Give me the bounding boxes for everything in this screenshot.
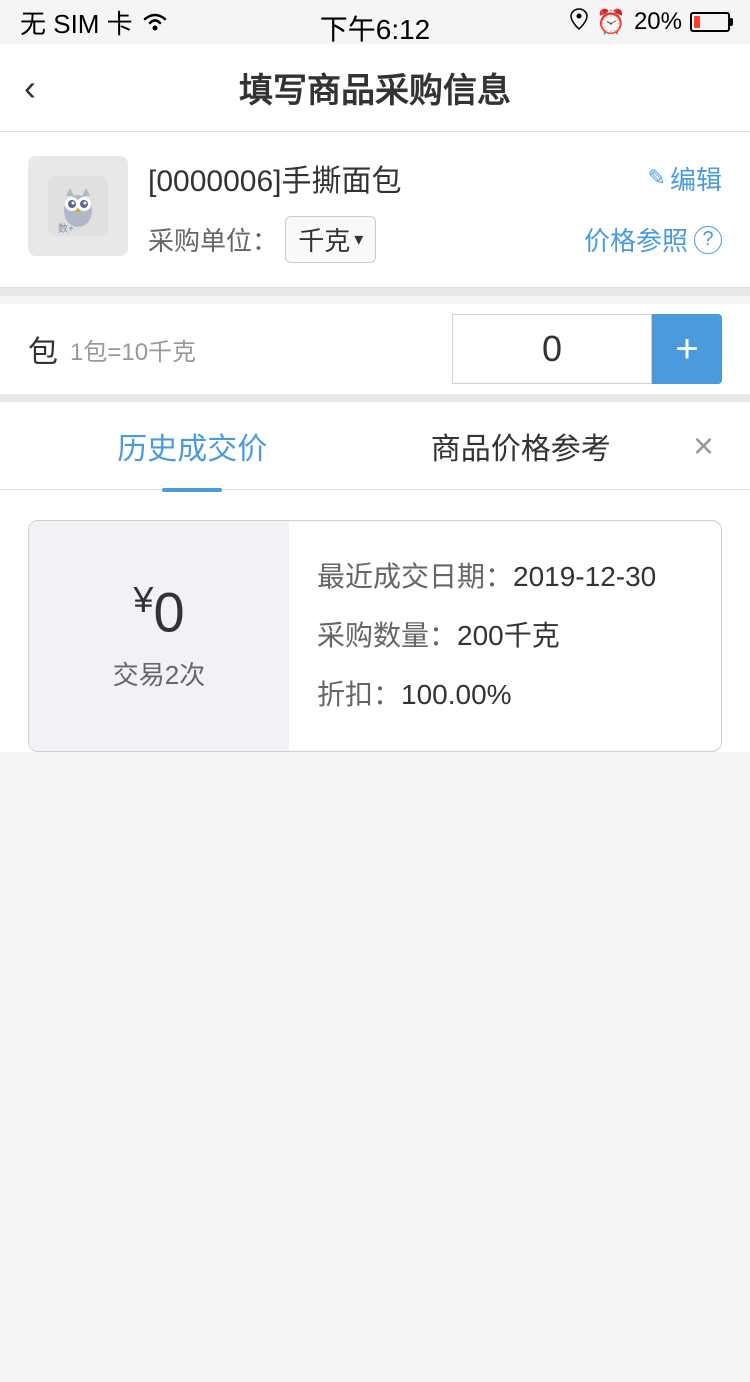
wifi-icon [141, 7, 169, 38]
status-right: ⏰ 20% [570, 8, 730, 37]
nav-bar: ‹ 填写商品采购信息 [0, 44, 750, 132]
bottom-area [0, 782, 750, 1382]
battery-icon [690, 12, 730, 32]
chevron-down-icon: ▾ [354, 229, 363, 250]
edit-icon: ✎ [648, 165, 666, 191]
product-info: [0000006]手撕面包 ✎ 编辑 采购单位： 千克 ▾ 价格参照 ? [148, 156, 722, 263]
product-name: [0000006]手撕面包 [148, 156, 401, 200]
svg-text:数+: 数+ [58, 222, 74, 235]
battery-percent: 20% [634, 8, 682, 36]
section-divider [0, 288, 750, 296]
location-icon [570, 8, 588, 37]
unit-box-label: 包 [28, 327, 58, 371]
help-icon: ? [694, 226, 722, 254]
unit-select[interactable]: 千克 ▾ [285, 216, 376, 263]
trade-qty-value: 200千克 [457, 620, 560, 651]
unit-label: 采购单位： 千克 ▾ [148, 216, 376, 263]
trade-price: ¥0 [133, 579, 184, 645]
product-card: 数+ [0000006]手撕面包 ✎ 编辑 采购单位： 千克 ▾ 价格参照 [0, 132, 750, 288]
trade-discount-value: 100.00% [401, 679, 512, 710]
trade-qty-label: 采购数量： [317, 620, 457, 651]
price-ref-button[interactable]: 价格参照 ? [584, 221, 722, 258]
quantity-input-wrapper: + [452, 314, 722, 384]
tab-price-reference[interactable]: 商品价格参考 [356, 400, 684, 492]
trade-right-panel: 最近成交日期：2019-12-30 采购数量：200千克 折扣：100.00% [289, 521, 721, 751]
alarm-icon: ⏰ [596, 8, 626, 37]
tab-close-button[interactable]: × [685, 425, 722, 467]
status-left: 无 SIM 卡 [20, 4, 169, 41]
quantity-plus-button[interactable]: + [652, 314, 722, 384]
trade-date-label: 最近成交日期： [317, 561, 513, 592]
trade-discount-row: 折扣：100.00% [317, 675, 693, 714]
tabs-row: 历史成交价 商品价格参考 × [0, 402, 750, 490]
unit-conversion-label: 1包=10千克 [70, 332, 196, 367]
trade-left-panel: ¥0 交易2次 [29, 521, 289, 751]
quantity-unit-info: 包 1包=10千克 [28, 327, 196, 371]
trade-discount-label: 折扣： [317, 679, 401, 710]
trade-date-row: 最近成交日期：2019-12-30 [317, 557, 693, 596]
edit-button[interactable]: ✎ 编辑 [648, 160, 722, 197]
currency-symbol: ¥ [133, 579, 153, 620]
page-title: 填写商品采购信息 [239, 63, 511, 112]
trade-count: 交易2次 [113, 655, 205, 692]
product-thumbnail: 数+ [28, 156, 128, 256]
trade-date-value: 2019-12-30 [513, 561, 656, 592]
status-bar: 无 SIM 卡 下午6:12 ⏰ 20% [0, 0, 750, 44]
product-logo-icon: 数+ [48, 176, 108, 236]
quantity-section: 包 1包=10千克 + [0, 304, 750, 394]
trade-card: ¥0 交易2次 最近成交日期：2019-12-30 采购数量：200千克 折扣：… [28, 520, 722, 752]
status-time: 下午6:12 [320, 8, 431, 48]
tabs-section: 历史成交价 商品价格参考 × ¥0 交易2次 最近成交日期：2019-12-30… [0, 402, 750, 752]
back-button[interactable]: ‹ [24, 67, 36, 109]
trade-qty-row: 采购数量：200千克 [317, 616, 693, 655]
tab-history-price[interactable]: 历史成交价 [28, 400, 356, 492]
quantity-input[interactable] [452, 314, 652, 384]
sim-status: 无 SIM 卡 [20, 4, 133, 41]
